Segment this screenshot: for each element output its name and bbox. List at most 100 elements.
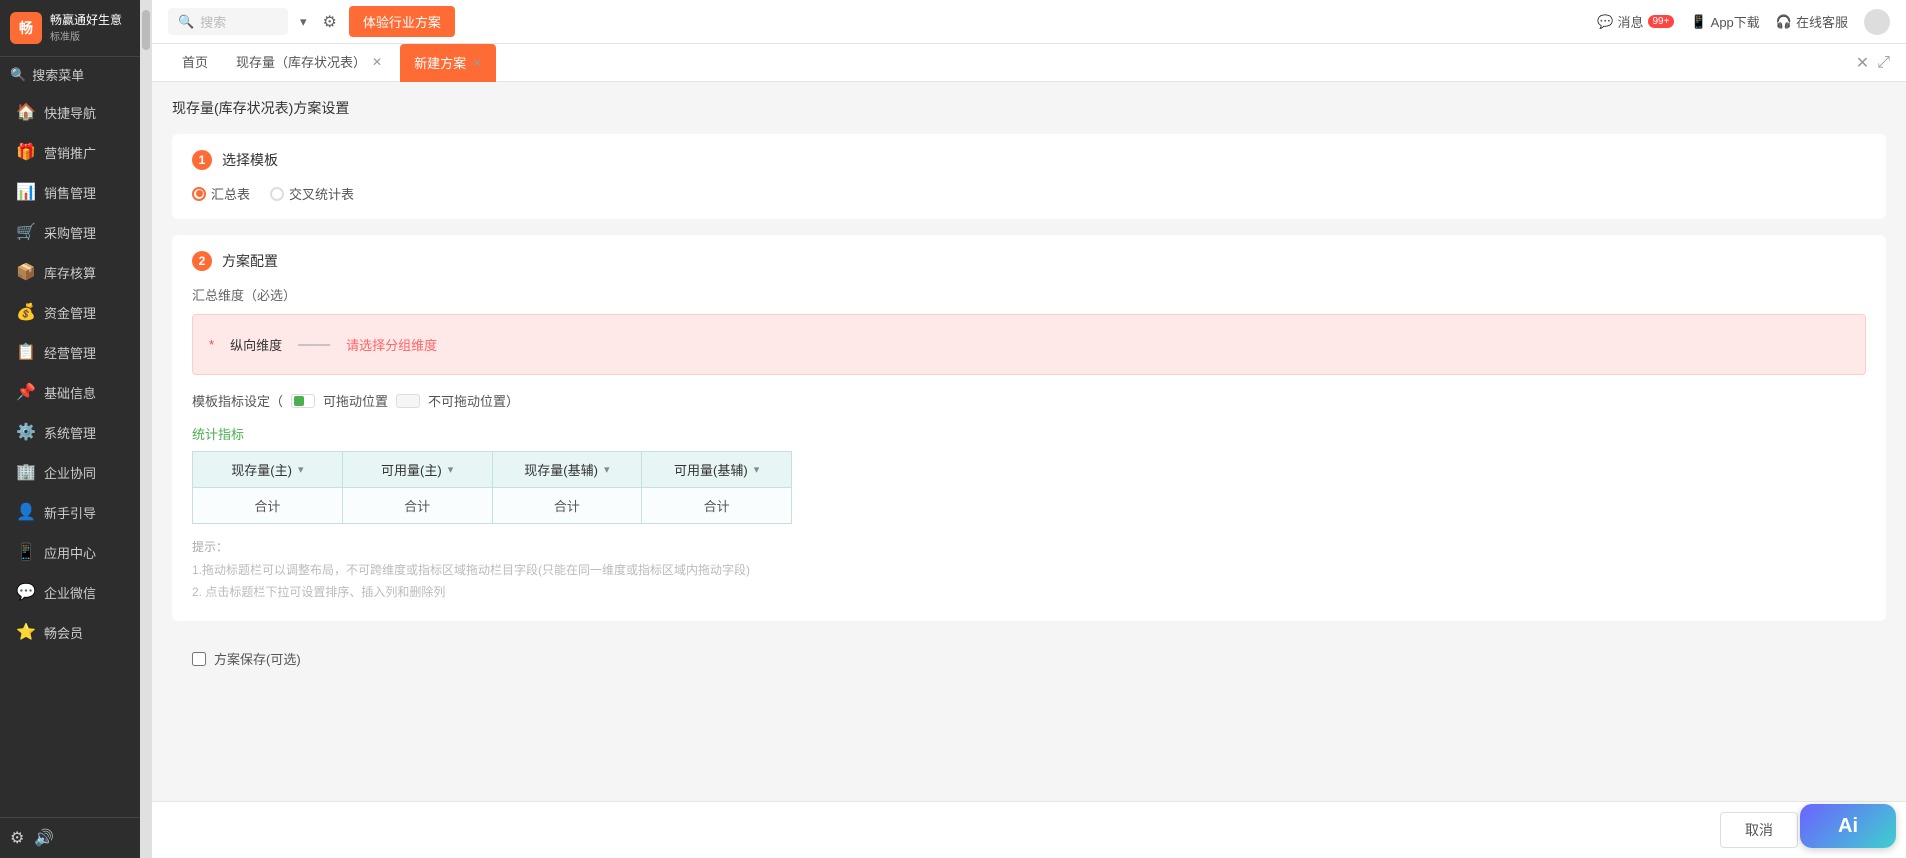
logo-abbr-text: 畅: [19, 18, 33, 38]
sidebar-item-purchase[interactable]: 🛒 采购管理: [0, 212, 140, 252]
cart-icon: 🛒: [16, 222, 36, 242]
online-service-button[interactable]: 🎧 在线客服: [1776, 12, 1848, 31]
sidebar-item-inventory[interactable]: 📦 库存核算: [0, 252, 140, 292]
col-available-main[interactable]: 可用量(主) ▾: [342, 452, 492, 488]
sidebar-item-membership[interactable]: ⭐ 畅会员: [0, 612, 140, 652]
sidebar-item-operations[interactable]: 📋 经营管理: [0, 332, 140, 372]
tabs-bar: 首页 现存量（库存状况表） ✕ 新建方案 ✕ ✕ ⤢: [152, 44, 1906, 82]
money-icon: 💰: [16, 302, 36, 322]
step2-header: 2 方案配置: [192, 251, 1866, 271]
col-available-aux-chevron: ▾: [754, 463, 760, 476]
tab-inventory-label: 现存量（库存状况表）: [236, 52, 366, 71]
col-aux-stock[interactable]: 现存量(基辅) ▾: [492, 452, 642, 488]
tab-inventory-close-icon[interactable]: ✕: [372, 55, 382, 69]
message-icon: 💬: [1597, 14, 1613, 30]
trial-button[interactable]: 体验行业方案: [349, 6, 455, 37]
volume-icon[interactable]: 🔊: [34, 828, 54, 848]
save-checkbox[interactable]: [192, 652, 206, 666]
ai-fab-button[interactable]: Ai: [1800, 804, 1896, 848]
tab-expand-icon[interactable]: ⤢: [1877, 54, 1890, 72]
save-label: 方案保存(可选): [214, 649, 301, 668]
scroll-thumb[interactable]: [142, 10, 150, 50]
indicator-label: 模板指标设定（ 可拖动位置 不可拖动位置）: [192, 391, 1866, 410]
radio-cross[interactable]: 交叉统计表: [270, 184, 354, 203]
cell-available-aux-sub: 合计: [642, 488, 792, 524]
tab-new-plan[interactable]: 新建方案 ✕: [400, 44, 496, 82]
save-row: 方案保存(可选): [172, 637, 1886, 680]
stats-label: 统计指标: [192, 424, 1866, 443]
topbar-search[interactable]: 🔍 搜索: [168, 8, 288, 35]
sidebar-item-finance[interactable]: 💰 资金管理: [0, 292, 140, 332]
search-label: 搜索菜单: [32, 65, 84, 84]
user-icon: 👤: [16, 502, 36, 522]
table-row: 合计 合计 合计 合计: [193, 488, 792, 524]
sidebar-item-label: 资金管理: [44, 303, 96, 322]
online-service-label: 在线客服: [1796, 12, 1848, 31]
col-available-aux[interactable]: 可用量(基辅) ▾: [642, 452, 792, 488]
radio-summary[interactable]: 汇总表: [192, 184, 250, 203]
sidebar-scrollbar[interactable]: [140, 0, 152, 858]
topbar-dropdown[interactable]: ▾: [300, 14, 307, 30]
tab-close-window-icon[interactable]: ✕: [1856, 53, 1869, 73]
sidebar: 畅 畅赢通好生意 标准版 🔍 搜索菜单 🏠 快捷导航 🎁 营销推广 📊 销售管理…: [0, 0, 140, 858]
sidebar-item-onboarding[interactable]: 👤 新手引导: [0, 492, 140, 532]
logo-text: 畅赢通好生意: [50, 13, 122, 29]
sidebar-item-marketing[interactable]: 🎁 营销推广: [0, 132, 140, 172]
dimension-placeholder: 请选择分组维度: [346, 335, 437, 354]
tips-section: 提示： 1.拖动标题栏可以调整布局，不可跨维度或指标区域拖动栏目字段(只能在同一…: [192, 538, 1866, 601]
chat-icon: 💬: [16, 582, 36, 602]
page-title: 现存量(库存状况表)方案设置: [172, 98, 1886, 118]
app-download-button[interactable]: 📱 App下载: [1690, 12, 1759, 31]
sidebar-item-label: 应用中心: [44, 543, 96, 562]
sidebar-item-label: 经营管理: [44, 343, 96, 362]
topbar-gear-icon[interactable]: ⚙: [323, 12, 337, 32]
mobile-icon: 📱: [16, 542, 36, 562]
sidebar-logo: 畅 畅赢通好生意 标准版: [0, 0, 140, 57]
footer-actions: 取消 查询: [152, 801, 1906, 858]
cancel-button[interactable]: 取消: [1720, 812, 1798, 848]
sidebar-item-quick-nav[interactable]: 🏠 快捷导航: [0, 92, 140, 132]
logo-sub: 标准版: [50, 28, 122, 43]
sidebar-item-label: 基础信息: [44, 383, 96, 402]
topbar-search-placeholder: 搜索: [200, 12, 226, 31]
no-drag-label: 不可拖动位置）: [428, 391, 519, 410]
sidebar-item-sales[interactable]: 📊 销售管理: [0, 172, 140, 212]
step1-header: 1 选择模板: [192, 150, 1866, 170]
topbar-search-icon: 🔍: [178, 14, 194, 30]
cell-main-stock-sub: 合计: [193, 488, 343, 524]
pin-icon: 📌: [16, 382, 36, 402]
step1-card: 1 选择模板 汇总表 交叉统计表: [172, 134, 1886, 219]
topbar: 🔍 搜索 ▾ ⚙ 体验行业方案 💬 消息 99+ 📱 App下载 🎧 在线客服: [152, 0, 1906, 44]
sidebar-bottom: ⚙ 🔊: [0, 817, 140, 858]
stats-table: 现存量(主) ▾ 可用量(主) ▾: [192, 451, 792, 524]
drag-label: 可拖动位置: [323, 391, 388, 410]
logo-text-block: 畅赢通好生意 标准版: [50, 13, 122, 44]
tab-inventory-status[interactable]: 现存量（库存状况表） ✕: [222, 44, 396, 82]
sidebar-item-app-center[interactable]: 📱 应用中心: [0, 532, 140, 572]
col-main-stock[interactable]: 现存量(主) ▾: [193, 452, 343, 488]
logo-icon: 畅: [10, 12, 42, 44]
col-aux-stock-label: 现存量(基辅): [524, 460, 598, 479]
sidebar-item-sys-mgmt[interactable]: ⚙️ 系统管理: [0, 412, 140, 452]
tab-new-plan-close-icon[interactable]: ✕: [472, 56, 482, 70]
col-available-main-label: 可用量(主): [381, 460, 442, 479]
sidebar-item-enterprise[interactable]: 🏢 企业协同: [0, 452, 140, 492]
dimension-box[interactable]: * 纵向维度 —— 请选择分组维度: [192, 314, 1866, 375]
main-area: 🔍 搜索 ▾ ⚙ 体验行业方案 💬 消息 99+ 📱 App下载 🎧 在线客服: [152, 0, 1906, 858]
no-drag-badge: [396, 394, 420, 408]
sidebar-item-label: 企业微信: [44, 583, 96, 602]
tab-home[interactable]: 首页: [168, 44, 222, 82]
message-button[interactable]: 💬 消息 99+: [1597, 12, 1674, 31]
tips-title: 提示：: [192, 538, 1866, 555]
sidebar-search[interactable]: 🔍 搜索菜单: [0, 57, 140, 92]
dimension-name: 纵向维度: [230, 335, 282, 354]
col-main-stock-chevron: ▾: [298, 463, 304, 476]
chart-icon: 📊: [16, 182, 36, 202]
sidebar-item-label: 营销推广: [44, 143, 96, 162]
sidebar-item-label: 新手引导: [44, 503, 96, 522]
settings-bottom-icon[interactable]: ⚙: [10, 828, 24, 848]
sidebar-item-wechat[interactable]: 💬 企业微信: [0, 572, 140, 612]
sidebar-item-basic-info[interactable]: 📌 基础信息: [0, 372, 140, 412]
avatar[interactable]: [1864, 9, 1890, 35]
sidebar-item-label: 畅会员: [44, 623, 83, 642]
